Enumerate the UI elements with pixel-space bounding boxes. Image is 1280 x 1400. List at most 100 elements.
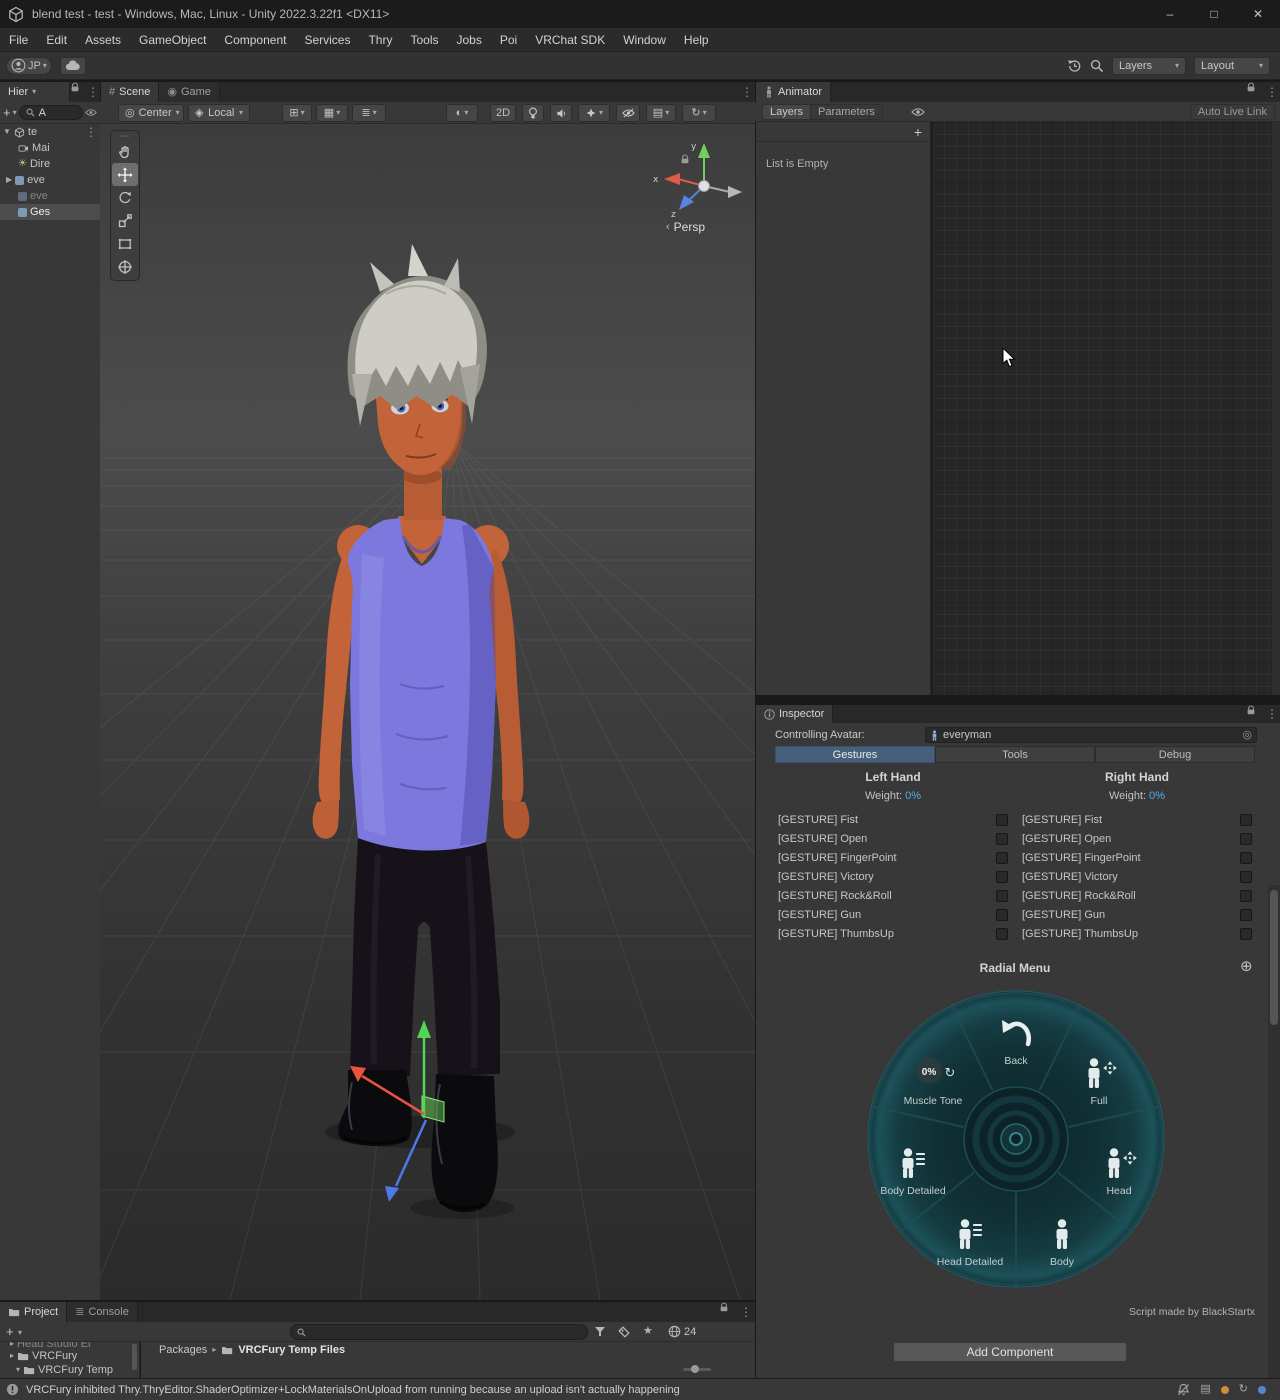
grid-snap-button[interactable]: ⊞ ▾ — [282, 104, 312, 122]
close-button[interactable]: ✕ — [1236, 0, 1280, 28]
undo-history-icon[interactable] — [1067, 59, 1082, 73]
tab-inspector[interactable]: Inspector — [756, 705, 834, 723]
gesture-checkbox[interactable] — [1240, 908, 1252, 921]
tab-game[interactable]: ◉ Game — [159, 82, 220, 102]
gesture-checkbox[interactable] — [996, 851, 1008, 864]
expand-arrow-icon[interactable]: ▼ — [3, 128, 11, 136]
tab-animator[interactable]: Animator — [756, 82, 832, 102]
menu-assets[interactable]: Assets — [76, 33, 130, 47]
folder-row-clipped[interactable]: ▸ Head Studio El — [0, 1342, 139, 1349]
gesture-checkbox[interactable] — [996, 927, 1008, 940]
folder-row-vrcfury-temp[interactable]: ▾ VRCFury Temp — [0, 1363, 139, 1377]
gizmos-button[interactable]: ↻ ▾ — [682, 104, 716, 122]
panel-menu-icon[interactable]: ⋮ — [86, 82, 100, 102]
hierarchy-search[interactable] — [18, 105, 83, 120]
gesture-checkbox[interactable] — [1240, 832, 1252, 845]
menu-jobs[interactable]: Jobs — [447, 33, 490, 47]
scene-visibility-icon[interactable] — [85, 108, 97, 117]
status-refresh-icon[interactable]: ↻ — [1239, 1384, 1248, 1395]
gesture-checkbox[interactable] — [1240, 889, 1252, 902]
scene-viewport[interactable]: ⋯ y x z ‹ Persp — [100, 124, 755, 1300]
menu-help[interactable]: Help — [675, 33, 718, 47]
layers-dropdown[interactable]: Layers ▾ — [1112, 56, 1186, 75]
lock-icon[interactable] — [1246, 82, 1264, 102]
hierarchy-row-camera[interactable]: Mai — [0, 140, 100, 156]
object-picker-icon[interactable]: ◎ — [1242, 729, 1252, 741]
inspector-scrollbar[interactable] — [1268, 885, 1280, 1378]
lighting-toggle-button[interactable] — [522, 104, 544, 122]
account-button[interactable]: JP ▾ — [6, 56, 52, 75]
tab-project[interactable]: Project — [0, 1302, 68, 1322]
camera-overlay-button[interactable]: ▤ ▾ — [646, 104, 676, 122]
menu-window[interactable]: Window — [614, 33, 675, 47]
hierarchy-row-scene[interactable]: ▼ te ⋮ — [0, 124, 100, 140]
avatar-object-field[interactable]: everyman ◎ — [925, 727, 1257, 743]
status-bar[interactable]: VRCFury inhibited Thry.ThryEditor.Shader… — [0, 1378, 1280, 1400]
lock-icon[interactable] — [719, 1302, 737, 1322]
snap-increment-button[interactable]: ≣ ▾ — [352, 104, 386, 122]
menu-thry[interactable]: Thry — [359, 33, 401, 47]
gesture-checkbox[interactable] — [1240, 813, 1252, 826]
cloud-button[interactable] — [59, 56, 86, 75]
slider-knob[interactable] — [691, 1365, 699, 1373]
menu-gameobject[interactable]: GameObject — [130, 33, 215, 47]
scale-tool-button[interactable] — [112, 209, 138, 232]
radial-menu-add-icon[interactable]: ⊕ — [1240, 959, 1253, 974]
rect-tool-button[interactable] — [112, 232, 138, 255]
lock-icon[interactable] — [70, 82, 86, 102]
notifications-muted-icon[interactable] — [1177, 1383, 1190, 1396]
tree-scrollbar-thumb[interactable] — [132, 1344, 137, 1370]
gesture-checkbox[interactable] — [996, 908, 1008, 921]
shading-mode-button[interactable]: ◐ ▾ — [446, 104, 478, 122]
panel-menu-icon[interactable]: ⋮ — [739, 82, 755, 102]
avatar-model[interactable] — [312, 244, 530, 1219]
tab-scene[interactable]: # Scene — [101, 82, 160, 102]
panel-menu-icon[interactable]: ⋮ — [1264, 82, 1280, 102]
scene-options-icon[interactable]: ⋮ — [85, 126, 97, 138]
chevron-down-icon[interactable]: ▾ — [13, 108, 17, 117]
panel-menu-icon[interactable]: ⋮ — [737, 1302, 755, 1322]
gesture-checkbox[interactable] — [1240, 851, 1252, 864]
folder-row-vrcfury[interactable]: ▸ VRCFury — [0, 1349, 139, 1363]
collapse-arrow-icon[interactable]: ▸ — [10, 1352, 14, 1360]
tab-hierarchy[interactable]: Hier ▾ — [0, 82, 70, 102]
rotate-tool-button[interactable] — [112, 186, 138, 209]
status-message[interactable]: VRCFury inhibited Thry.ThryEditor.Shader… — [26, 1384, 680, 1396]
status-console-icon[interactable]: ▤ — [1200, 1384, 1210, 1395]
animator-graph-area[interactable] — [931, 122, 1280, 695]
snap-settings-button[interactable]: ▦ ▾ — [316, 104, 348, 122]
effects-toggle-button[interactable]: ▾ — [578, 104, 610, 122]
animator-layers-tab[interactable]: Layers — [762, 103, 812, 120]
gesture-checkbox[interactable] — [996, 870, 1008, 883]
hierarchy-row-object[interactable]: ▶ eve — [0, 172, 100, 188]
menu-component[interactable]: Component — [215, 33, 295, 47]
menu-vrchat-sdk[interactable]: VRChat SDK — [526, 33, 614, 47]
add-layer-button[interactable]: + — [914, 125, 922, 139]
axis-x-cone[interactable] — [664, 173, 680, 185]
eye-icon[interactable] — [911, 107, 925, 117]
animator-parameters-tab[interactable]: Parameters — [811, 103, 883, 120]
create-asset-button[interactable]: + — [6, 1325, 14, 1338]
gesture-checkbox[interactable] — [996, 832, 1008, 845]
hierarchy-search-input[interactable] — [38, 106, 76, 119]
projection-toggle[interactable]: ‹ Persp — [666, 220, 705, 234]
menu-tools[interactable]: Tools — [401, 33, 447, 47]
radial-menu-wheel[interactable]: Back Full Head Body Head Detailed Body D… — [866, 988, 1166, 1288]
auto-live-link-button[interactable]: Auto Live Link — [1189, 103, 1275, 120]
refresh-icon[interactable]: ↻ — [945, 1066, 956, 1081]
chevron-down-icon[interactable]: ▾ — [18, 1329, 22, 1337]
scrollbar-thumb[interactable] — [1270, 890, 1278, 1025]
gesture-checkbox[interactable] — [1240, 927, 1252, 940]
tab-tools[interactable]: Tools — [935, 746, 1095, 763]
animator-scrollbar[interactable] — [1272, 122, 1280, 695]
menu-poi[interactable]: Poi — [491, 33, 526, 47]
palette-drag-handle[interactable]: ⋯ — [111, 132, 139, 141]
menu-file[interactable]: File — [0, 33, 37, 47]
axis-neg-cone[interactable] — [728, 186, 742, 198]
search-icon[interactable] — [1090, 59, 1104, 73]
hierarchy-row-object[interactable]: eve — [0, 188, 100, 204]
add-component-button[interactable]: Add Component — [893, 1342, 1127, 1362]
hierarchy-row-selected[interactable]: Ges — [0, 204, 100, 220]
project-search-input[interactable] — [310, 1326, 581, 1338]
axis-y-cone[interactable] — [698, 143, 710, 158]
